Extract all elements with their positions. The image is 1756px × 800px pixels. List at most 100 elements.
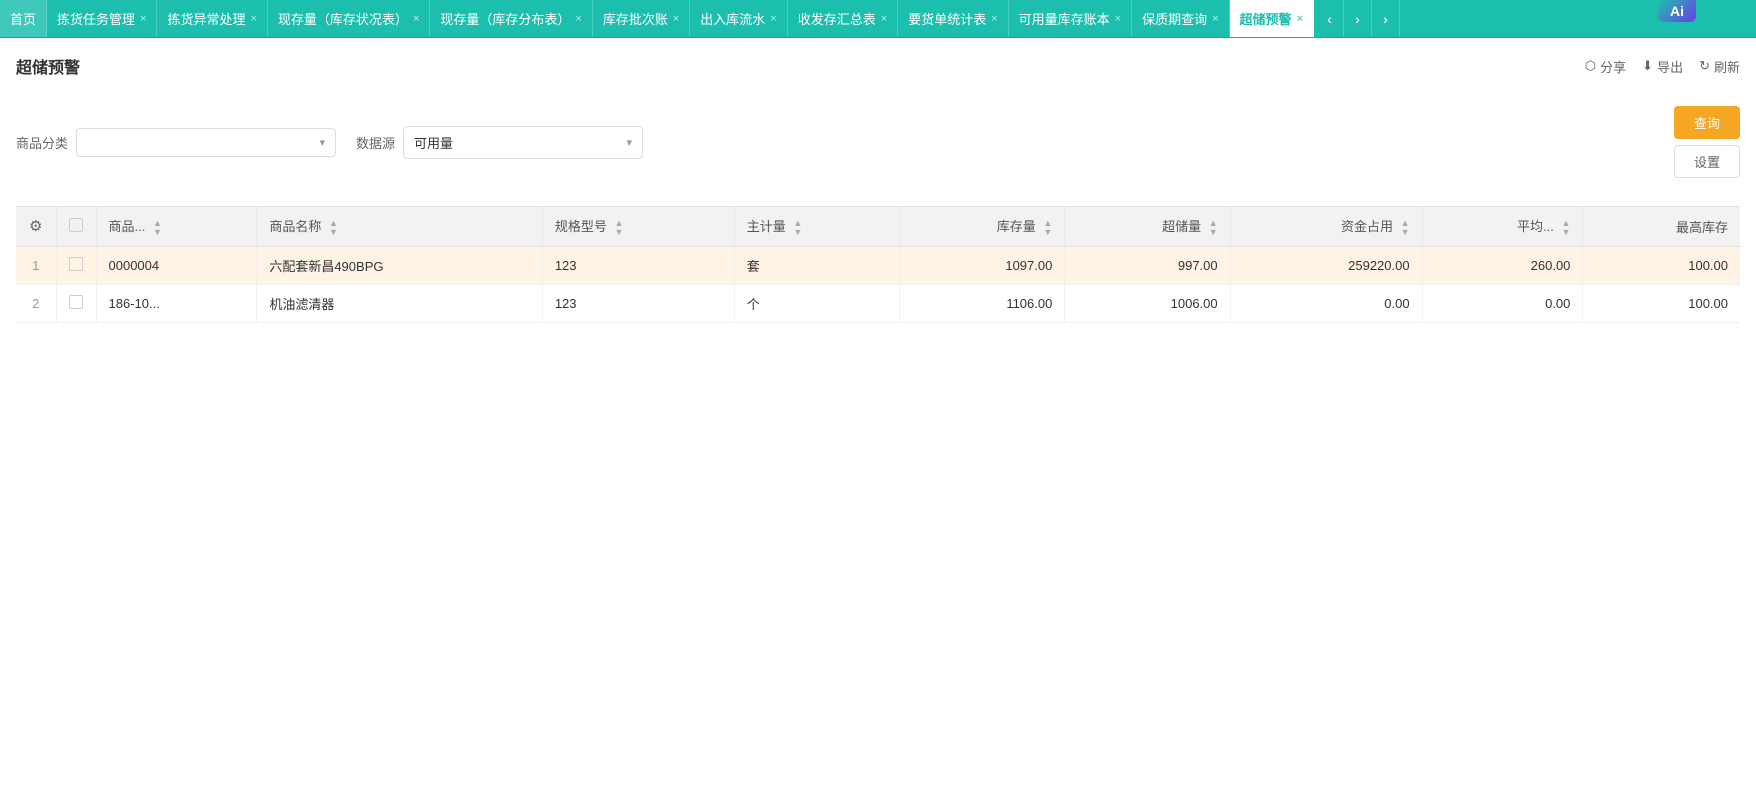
settings-button[interactable]: 设置 [1674, 145, 1740, 178]
product-code-cell: 0000004 [96, 246, 257, 284]
chevron-down-icon: ▾ [627, 136, 633, 149]
export-button[interactable]: ⬇ 导出 [1642, 57, 1683, 76]
sort-icon: ▲▼ [1561, 219, 1570, 237]
header-checkbox[interactable] [69, 218, 83, 232]
category-select[interactable]: ▾ [76, 128, 336, 157]
data-table: ⚙ 商品... ▲▼ 商品名称 ▲▼ 规格型号 ▲▼ [16, 206, 1740, 323]
max-stock-cell: 100.00 [1583, 246, 1740, 284]
tab-shelf-life[interactable]: 保质期查询 × [1132, 0, 1229, 37]
datasource-filter: 数据源 可用量 ▾ [356, 126, 643, 159]
gear-icon[interactable]: ⚙ [29, 218, 42, 235]
nav-next-arrow[interactable]: › [1344, 0, 1372, 37]
sort-icon: ▲▼ [793, 219, 802, 237]
spec-cell: 123 [542, 284, 734, 322]
tab-order-stat[interactable]: 要货单统计表 × [898, 0, 1008, 37]
tab-receive-send[interactable]: 收发存汇总表 × [788, 0, 898, 37]
top-navigation: 首页 拣货任务管理 × 拣货异常处理 × 现存量（库存状况表） × 现存量（库存… [0, 0, 1756, 38]
sort-icon: ▲▼ [1209, 219, 1218, 237]
table-row: 1 0000004 六配套新昌490BPG 123 套 1097.00 997.… [16, 246, 1740, 284]
tab-abnormal[interactable]: 拣货异常处理 × [157, 0, 267, 37]
tab-batch[interactable]: 库存批次账 × [593, 0, 690, 37]
tab-stock-dist[interactable]: 现存量（库存分布表） × [430, 0, 592, 37]
th-max-stock[interactable]: 最高库存 [1583, 207, 1740, 247]
th-unit[interactable]: 主计量 ▲▼ [734, 207, 899, 247]
th-product-code[interactable]: 商品... ▲▼ [96, 207, 257, 247]
stock-cell: 1106.00 [900, 284, 1065, 322]
refresh-button[interactable]: ↻ 刷新 [1699, 57, 1740, 76]
th-product-name[interactable]: 商品名称 ▲▼ [257, 207, 543, 247]
th-capital[interactable]: 资金占用 ▲▼ [1230, 207, 1422, 247]
table-header-row: ⚙ 商品... ▲▼ 商品名称 ▲▼ 规格型号 ▲▼ [16, 207, 1740, 247]
product-name-cell: 六配套新昌490BPG [257, 246, 543, 284]
close-icon[interactable]: × [575, 13, 581, 25]
close-icon[interactable]: × [1115, 13, 1121, 25]
th-avg[interactable]: 平均... ▲▼ [1422, 207, 1583, 247]
tab-overstock[interactable]: 超储预警 × [1230, 0, 1314, 37]
close-icon[interactable]: × [881, 13, 887, 25]
datasource-label: 数据源 [356, 133, 395, 152]
category-label: 商品分类 [16, 133, 68, 152]
main-content: 超储预警 ⬡ 分享 ⬇ 导出 ↻ 刷新 商品分类 ▾ 数据源 [0, 38, 1756, 800]
avg-cell: 0.00 [1422, 284, 1583, 322]
capital-cell: 0.00 [1230, 284, 1422, 322]
close-icon[interactable]: × [770, 13, 776, 25]
sort-icon: ▲▼ [153, 219, 162, 237]
th-checkbox[interactable] [56, 207, 96, 247]
product-code-cell: 186-10... [96, 284, 257, 322]
close-icon[interactable]: × [673, 13, 679, 25]
close-icon[interactable]: × [991, 13, 997, 25]
filter-area: 商品分类 ▾ 数据源 可用量 ▾ 查询 设置 [16, 94, 1740, 190]
stock-cell: 1097.00 [900, 246, 1065, 284]
row-checkbox-cell[interactable] [56, 284, 96, 322]
filter-buttons: 查询 设置 [1674, 106, 1740, 178]
close-icon[interactable]: × [140, 13, 146, 25]
refresh-icon: ↻ [1699, 58, 1710, 74]
table-row: 2 186-10... 机油滤清器 123 个 1106.00 1006.00 … [16, 284, 1740, 322]
category-filter: 商品分类 ▾ [16, 128, 336, 157]
datasource-select-value: 可用量 [414, 133, 453, 152]
header-actions: ⬡ 分享 ⬇ 导出 ↻ 刷新 [1585, 57, 1740, 76]
th-spec[interactable]: 规格型号 ▲▼ [542, 207, 734, 247]
query-button[interactable]: 查询 [1674, 106, 1740, 139]
close-icon[interactable]: × [1212, 13, 1218, 25]
row-checkbox-cell[interactable] [56, 246, 96, 284]
tab-flow[interactable]: 出入库流水 × [690, 0, 787, 37]
tab-home[interactable]: 首页 [0, 0, 47, 37]
avg-cell: 260.00 [1422, 246, 1583, 284]
nav-more-arrow[interactable]: › [1372, 0, 1400, 37]
nav-prev-arrow[interactable]: ‹ [1316, 0, 1344, 37]
share-icon: ⬡ [1585, 58, 1596, 74]
row-index: 1 [16, 246, 56, 284]
share-button[interactable]: ⬡ 分享 [1585, 57, 1626, 76]
row-checkbox[interactable] [69, 295, 83, 309]
th-gear[interactable]: ⚙ [16, 207, 56, 247]
overstock-cell: 1006.00 [1065, 284, 1230, 322]
tab-available[interactable]: 可用量库存账本 × [1009, 0, 1132, 37]
th-overstock[interactable]: 超储量 ▲▼ [1065, 207, 1230, 247]
ai-badge[interactable]: Ai [1658, 0, 1696, 22]
category-select-value [87, 135, 91, 150]
sort-icon: ▲▼ [614, 219, 623, 237]
product-name-cell: 机油滤清器 [257, 284, 543, 322]
sort-icon: ▲▼ [1043, 219, 1052, 237]
spec-cell: 123 [542, 246, 734, 284]
chevron-down-icon: ▾ [319, 136, 325, 149]
sort-icon: ▲▼ [1401, 219, 1410, 237]
unit-cell: 套 [734, 246, 899, 284]
export-icon: ⬇ [1642, 58, 1653, 74]
capital-cell: 259220.00 [1230, 246, 1422, 284]
close-icon[interactable]: × [413, 13, 419, 25]
datasource-select[interactable]: 可用量 ▾ [403, 126, 643, 159]
page-header: 超储预警 ⬡ 分享 ⬇ 导出 ↻ 刷新 [16, 54, 1740, 78]
tab-stock-status[interactable]: 现存量（库存状况表） × [268, 0, 430, 37]
tab-task-mgmt[interactable]: 拣货任务管理 × [47, 0, 157, 37]
close-icon[interactable]: × [250, 13, 256, 25]
row-index: 2 [16, 284, 56, 322]
th-stock[interactable]: 库存量 ▲▼ [900, 207, 1065, 247]
sort-icon: ▲▼ [329, 219, 338, 237]
data-table-wrap: ⚙ 商品... ▲▼ 商品名称 ▲▼ 规格型号 ▲▼ [16, 206, 1740, 323]
row-checkbox[interactable] [69, 257, 83, 271]
overstock-cell: 997.00 [1065, 246, 1230, 284]
max-stock-cell: 100.00 [1583, 284, 1740, 322]
close-icon[interactable]: × [1297, 13, 1303, 25]
